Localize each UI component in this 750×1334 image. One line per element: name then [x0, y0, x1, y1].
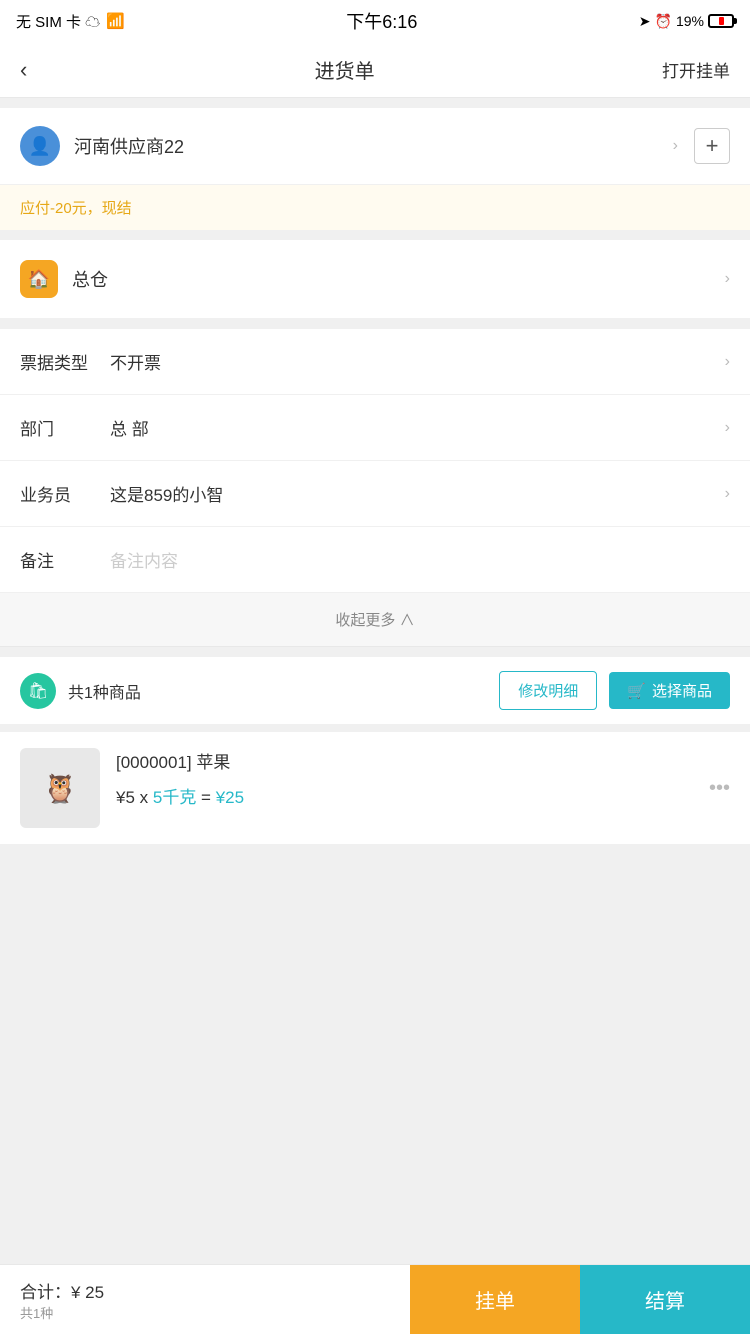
- product-item: 🦉 [0000001] 苹果 ¥5 x 5千克 = ¥25 •••: [0, 724, 750, 844]
- product-icon: 🛍: [20, 673, 56, 709]
- ticket-type-row[interactable]: 票据类型 不开票 ›: [0, 329, 750, 395]
- gap-2: [0, 230, 750, 240]
- status-left: 无 SIM 卡 ☁ 📶: [16, 11, 125, 32]
- warehouse-label: 总仓: [72, 266, 717, 292]
- open-hold-button[interactable]: 打开挂单: [662, 57, 730, 82]
- product-info: [0000001] 苹果 ¥5 x 5千克 = ¥25: [116, 748, 699, 808]
- price-qty: 5千克: [153, 788, 196, 807]
- checkout-button[interactable]: 结算: [580, 1265, 750, 1334]
- warehouse-row[interactable]: 🏠 总仓 ›: [0, 240, 750, 319]
- page-title: 进货单: [315, 55, 375, 84]
- bottom-spacer: [0, 844, 750, 924]
- product-toolbar: 🛍 共1种商品 修改明细 🛒 选择商品: [0, 657, 750, 724]
- location-icon: ➤: [639, 13, 651, 30]
- warehouse-chevron-icon: ›: [725, 270, 730, 288]
- bottom-bar: 合计：¥ 25 共1种 挂单 结算: [0, 1264, 750, 1334]
- bottom-total: 合计：¥ 25 共1种: [0, 1265, 410, 1334]
- department-row[interactable]: 部门 总 部 ›: [0, 395, 750, 461]
- bottom-total-line: 合计：¥ 25: [20, 1278, 390, 1303]
- total-amount: ¥ 25: [71, 1283, 104, 1302]
- supplier-chevron-icon: ›: [673, 137, 678, 155]
- status-time: 下午6:16: [346, 8, 417, 34]
- notice-bar: 应付-20元，现结: [0, 185, 750, 230]
- price-eq: =: [196, 788, 215, 807]
- battery-fill: [719, 17, 723, 25]
- status-right: ➤ ⏰ 19%: [639, 13, 734, 30]
- add-button[interactable]: +: [694, 128, 730, 164]
- price-base: ¥5 x: [116, 788, 153, 807]
- alarm-icon: ⏰: [655, 13, 672, 30]
- price-total: ¥25: [216, 788, 244, 807]
- wifi-icon: 📶: [106, 12, 125, 30]
- edit-detail-button[interactable]: 修改明细: [499, 671, 597, 710]
- product-name: [0000001] 苹果: [116, 748, 699, 773]
- ticket-type-chevron-icon: ›: [725, 353, 730, 371]
- sim-label: 无 SIM 卡 ☁: [16, 11, 100, 32]
- hold-button[interactable]: 挂单: [410, 1265, 580, 1334]
- ticket-type-value: 不开票: [110, 349, 717, 374]
- select-product-label: 选择商品: [652, 680, 712, 701]
- ticket-type-key: 票据类型: [20, 349, 110, 374]
- collapse-label: 收起更多 ∧: [335, 609, 414, 630]
- gap-3: [0, 319, 750, 329]
- collapse-row[interactable]: 收起更多 ∧: [0, 593, 750, 647]
- avatar-icon: 👤: [29, 136, 51, 157]
- select-product-icon: 🛒: [627, 682, 646, 700]
- select-product-button[interactable]: 🛒 选择商品: [609, 672, 730, 709]
- product-more-button[interactable]: •••: [699, 777, 730, 800]
- supplier-section: 👤 河南供应商22 › + 应付-20元，现结: [0, 108, 750, 230]
- battery-percent: 19%: [676, 13, 704, 29]
- gap-1: [0, 98, 750, 108]
- product-thumb-icon: 🦉: [43, 772, 78, 805]
- total-label: 合计：: [20, 1283, 71, 1302]
- salesperson-chevron-icon: ›: [725, 485, 730, 503]
- remark-value[interactable]: 备注内容: [110, 547, 730, 572]
- product-thumbnail: 🦉: [20, 748, 100, 828]
- status-bar: 无 SIM 卡 ☁ 📶 下午6:16 ➤ ⏰ 19%: [0, 0, 750, 42]
- battery-icon: [708, 14, 734, 28]
- remark-row[interactable]: 备注 备注内容: [0, 527, 750, 593]
- remark-key: 备注: [20, 547, 110, 572]
- bottom-total-sub: 共1种: [20, 1303, 390, 1322]
- gap-4: [0, 647, 750, 657]
- back-button[interactable]: ‹: [20, 57, 27, 83]
- department-key: 部门: [20, 415, 110, 440]
- salesperson-row[interactable]: 业务员 这是859的小智 ›: [0, 461, 750, 527]
- salesperson-key: 业务员: [20, 481, 110, 506]
- supplier-name: 河南供应商22: [74, 133, 665, 159]
- notice-text: 应付-20元，现结: [20, 200, 132, 217]
- salesperson-value: 这是859的小智: [110, 481, 717, 506]
- supplier-avatar: 👤: [20, 126, 60, 166]
- product-price: ¥5 x 5千克 = ¥25: [116, 783, 699, 808]
- department-value: 总 部: [110, 415, 717, 440]
- nav-bar: ‹ 进货单 打开挂单: [0, 42, 750, 98]
- product-count-label: 共1种商品: [68, 679, 487, 703]
- supplier-row[interactable]: 👤 河南供应商22 › +: [0, 108, 750, 185]
- department-chevron-icon: ›: [725, 419, 730, 437]
- warehouse-icon: 🏠: [20, 260, 58, 298]
